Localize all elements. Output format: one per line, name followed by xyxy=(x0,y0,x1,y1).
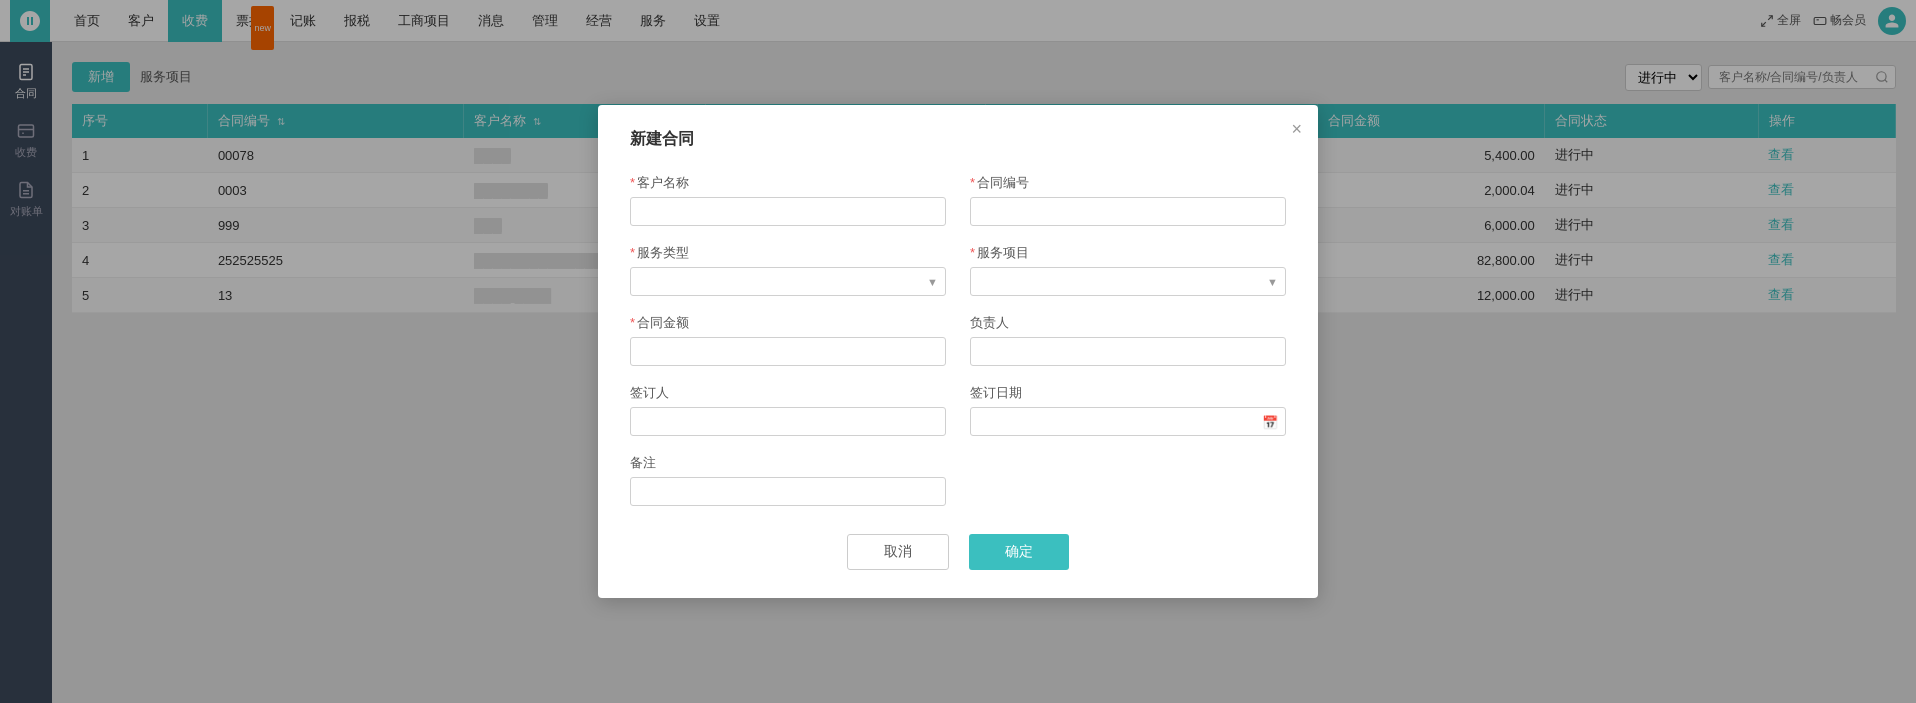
service-item-select[interactable] xyxy=(970,267,1286,296)
field-service-item: *服务项目 ▼ xyxy=(970,244,1286,296)
field-contract-no: *合同编号 xyxy=(970,174,1286,226)
signer-label: 签订人 xyxy=(630,384,946,402)
customer-name-input[interactable] xyxy=(630,197,946,226)
form-row-5: 备注 xyxy=(630,454,1286,506)
remark-input[interactable] xyxy=(630,477,946,506)
new-contract-modal: × 新建合同 *客户名称 *合同编号 *服务类型 xyxy=(598,105,1318,598)
field-customer-name: *客户名称 xyxy=(630,174,946,226)
field-sign-date: 签订日期 2023-06-06 📅 xyxy=(970,384,1286,436)
cancel-button[interactable]: 取消 xyxy=(847,534,949,570)
sign-date-input[interactable]: 2023-06-06 xyxy=(970,407,1286,436)
remark-label: 备注 xyxy=(630,454,946,472)
service-item-wrap: ▼ xyxy=(970,267,1286,296)
contract-no-input[interactable] xyxy=(970,197,1286,226)
customer-name-label: *客户名称 xyxy=(630,174,946,192)
form-row-4: 签订人 签订日期 2023-06-06 📅 xyxy=(630,384,1286,436)
field-responsible: 负责人 xyxy=(970,314,1286,366)
sign-date-label: 签订日期 xyxy=(970,384,1286,402)
field-service-type: *服务类型 ▼ xyxy=(630,244,946,296)
confirm-button[interactable]: 确定 xyxy=(969,534,1069,570)
service-type-select[interactable] xyxy=(630,267,946,296)
field-signer: 签订人 xyxy=(630,384,946,436)
service-type-wrap: ▼ xyxy=(630,267,946,296)
form-row-1: *客户名称 *合同编号 xyxy=(630,174,1286,226)
service-type-label: *服务类型 xyxy=(630,244,946,262)
sign-date-wrap: 2023-06-06 📅 xyxy=(970,407,1286,436)
amount-label: *合同金额 xyxy=(630,314,946,332)
modal-close-button[interactable]: × xyxy=(1291,119,1302,140)
form-row-2: *服务类型 ▼ *服务项目 ▼ xyxy=(630,244,1286,296)
contract-no-label: *合同编号 xyxy=(970,174,1286,192)
amount-input[interactable]: 0.00 xyxy=(630,337,946,366)
modal-title: 新建合同 xyxy=(630,129,1286,150)
field-remark: 备注 xyxy=(630,454,946,506)
signer-input[interactable] xyxy=(630,407,946,436)
field-amount: *合同金额 0.00 xyxy=(630,314,946,366)
modal-footer: 取消 确定 xyxy=(630,534,1286,570)
responsible-label: 负责人 xyxy=(970,314,1286,332)
modal-overlay: × 新建合同 *客户名称 *合同编号 *服务类型 xyxy=(0,0,1916,703)
form-row-3: *合同金额 0.00 负责人 xyxy=(630,314,1286,366)
service-item-label: *服务项目 xyxy=(970,244,1286,262)
responsible-input[interactable] xyxy=(970,337,1286,366)
